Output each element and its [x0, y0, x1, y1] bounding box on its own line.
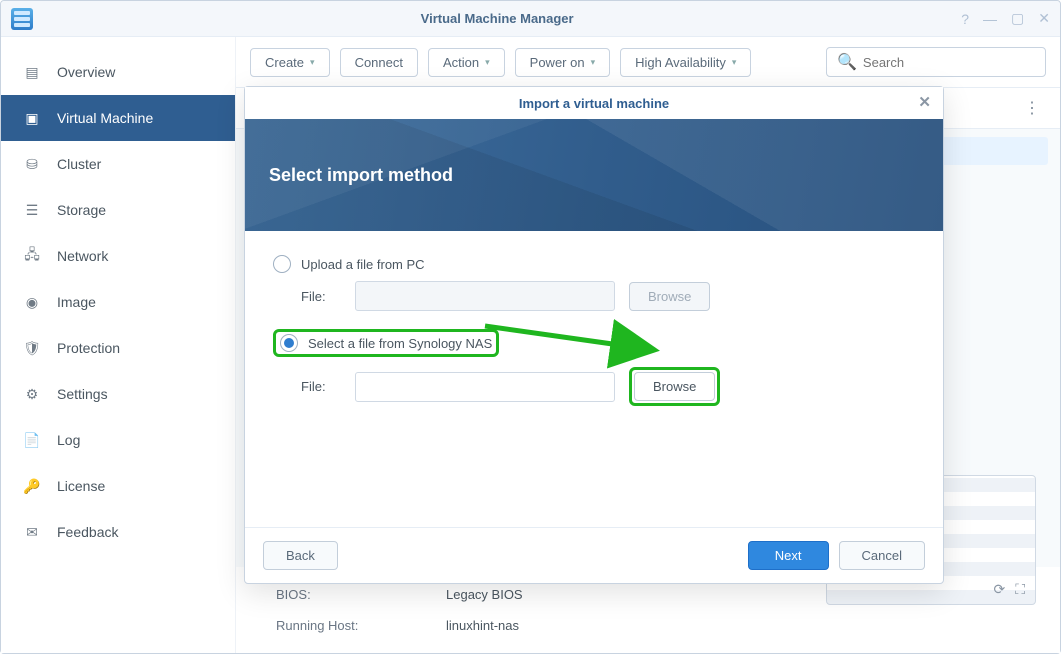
create-button[interactable]: Create▾ — [250, 48, 330, 77]
option-select-from-nas[interactable]: Select a file from Synology NAS — [280, 334, 492, 352]
sidebar-item-cluster[interactable]: ⛁ Cluster — [1, 141, 235, 187]
sidebar-item-label: Protection — [57, 340, 120, 356]
maximize-icon[interactable]: ▢ — [1011, 10, 1024, 27]
titlebar: Virtual Machine Manager ? — ▢ ✕ — [1, 1, 1060, 37]
settings-icon: ⚙ — [21, 385, 43, 403]
radio-unchecked-icon[interactable] — [273, 255, 291, 273]
sidebar-item-storage[interactable]: ☰ Storage — [1, 187, 235, 233]
sidebar-item-label: Settings — [57, 386, 108, 402]
sidebar-item-label: Image — [57, 294, 96, 310]
chevron-down-icon: ▾ — [310, 57, 315, 68]
upload-file-input — [355, 281, 615, 311]
log-icon: 📄 — [21, 431, 43, 449]
refresh-icon[interactable]: ⟳ — [993, 581, 1005, 598]
option-label: Select a file from Synology NAS — [308, 336, 492, 351]
host-value: linuxhint-nas — [446, 618, 519, 633]
chevron-down-icon: ▾ — [591, 57, 596, 68]
window-title: Virtual Machine Manager — [33, 11, 961, 26]
sidebar-item-label: Log — [57, 432, 80, 448]
cancel-button[interactable]: Cancel — [839, 541, 925, 570]
dialog-footer: Back Next Cancel — [245, 527, 943, 583]
chevron-down-icon: ▾ — [732, 57, 737, 68]
sidebar-item-virtual-machine[interactable]: ▣ Virtual Machine — [1, 95, 235, 141]
upload-file-row: File: Browse — [301, 281, 915, 311]
dialog-body: Upload a file from PC File: Browse Selec… — [245, 231, 943, 527]
dialog-title: Import a virtual machine — [519, 96, 669, 111]
help-icon[interactable]: ? — [961, 11, 969, 27]
option-upload-from-pc[interactable]: Upload a file from PC — [273, 255, 915, 273]
ha-button[interactable]: High Availability▾ — [620, 48, 751, 77]
sidebar-item-label: Cluster — [57, 156, 101, 172]
power-button[interactable]: Power on▾ — [515, 48, 610, 77]
protection-icon: 🛡 — [21, 339, 43, 357]
vm-icon: ▣ — [21, 109, 43, 127]
sidebar-item-protection[interactable]: 🛡 Protection — [1, 325, 235, 371]
sidebar-item-overview[interactable]: ▤ Overview — [1, 49, 235, 95]
overview-icon: ▤ — [21, 63, 43, 81]
fullscreen-icon[interactable]: ⛶ — [1015, 581, 1025, 598]
license-icon: 🔑 — [21, 477, 43, 495]
window-controls: ? — ▢ ✕ — [961, 10, 1050, 27]
search-box[interactable]: 🔍 — [826, 47, 1046, 77]
network-icon: 🖧 — [21, 247, 43, 265]
close-window-icon[interactable]: ✕ — [1038, 10, 1050, 27]
nas-browse-button[interactable]: Browse — [634, 372, 715, 401]
connect-button[interactable]: Connect — [340, 48, 418, 77]
feedback-icon: ✉ — [21, 523, 43, 541]
chevron-down-icon: ▾ — [485, 57, 490, 68]
nas-file-input[interactable] — [355, 372, 615, 402]
dialog-banner: Select import method — [245, 119, 943, 231]
sidebar: ▤ Overview ▣ Virtual Machine ⛁ Cluster ☰… — [1, 37, 236, 653]
sidebar-item-label: Virtual Machine — [57, 110, 153, 126]
option-label: Upload a file from PC — [301, 257, 425, 272]
upload-browse-button: Browse — [629, 282, 710, 311]
toolbar: Create▾ Connect Action▾ Power on▾ High A… — [236, 37, 1060, 88]
radio-checked-icon[interactable] — [280, 334, 298, 352]
app-icon — [11, 8, 33, 30]
nas-file-row: File: Browse — [301, 367, 915, 406]
search-input[interactable] — [863, 55, 1035, 70]
minimize-icon[interactable]: — — [983, 11, 997, 27]
host-label: Running Host: — [276, 618, 446, 633]
bios-value: Legacy BIOS — [446, 587, 523, 602]
next-button[interactable]: Next — [748, 541, 829, 570]
sidebar-item-label: Overview — [57, 64, 115, 80]
search-icon: 🔍 — [837, 52, 857, 72]
sidebar-item-label: Storage — [57, 202, 106, 218]
sidebar-item-license[interactable]: 🔑 License — [1, 463, 235, 509]
image-icon: ◉ — [21, 293, 43, 311]
sidebar-item-settings[interactable]: ⚙ Settings — [1, 371, 235, 417]
sidebar-item-image[interactable]: ◉ Image — [1, 279, 235, 325]
sidebar-item-feedback[interactable]: ✉ Feedback — [1, 509, 235, 555]
file-label: File: — [301, 289, 341, 304]
storage-icon: ☰ — [21, 201, 43, 219]
sidebar-item-log[interactable]: 📄 Log — [1, 417, 235, 463]
sidebar-item-label: License — [57, 478, 105, 494]
column-menu-icon[interactable]: ⋮ — [1024, 98, 1040, 118]
action-button[interactable]: Action▾ — [428, 48, 505, 77]
dialog-close-icon[interactable]: ✕ — [918, 93, 931, 111]
sidebar-item-label: Network — [57, 248, 108, 264]
back-button[interactable]: Back — [263, 541, 338, 570]
dialog-heading: Select import method — [269, 165, 453, 186]
sidebar-item-label: Feedback — [57, 524, 118, 540]
sidebar-item-network[interactable]: 🖧 Network — [1, 233, 235, 279]
import-dialog: Import a virtual machine ✕ Select import… — [244, 86, 944, 584]
bios-label: BIOS: — [276, 587, 446, 602]
cluster-icon: ⛁ — [21, 155, 43, 173]
file-label: File: — [301, 379, 341, 394]
dialog-title-bar: Import a virtual machine ✕ — [245, 87, 943, 119]
